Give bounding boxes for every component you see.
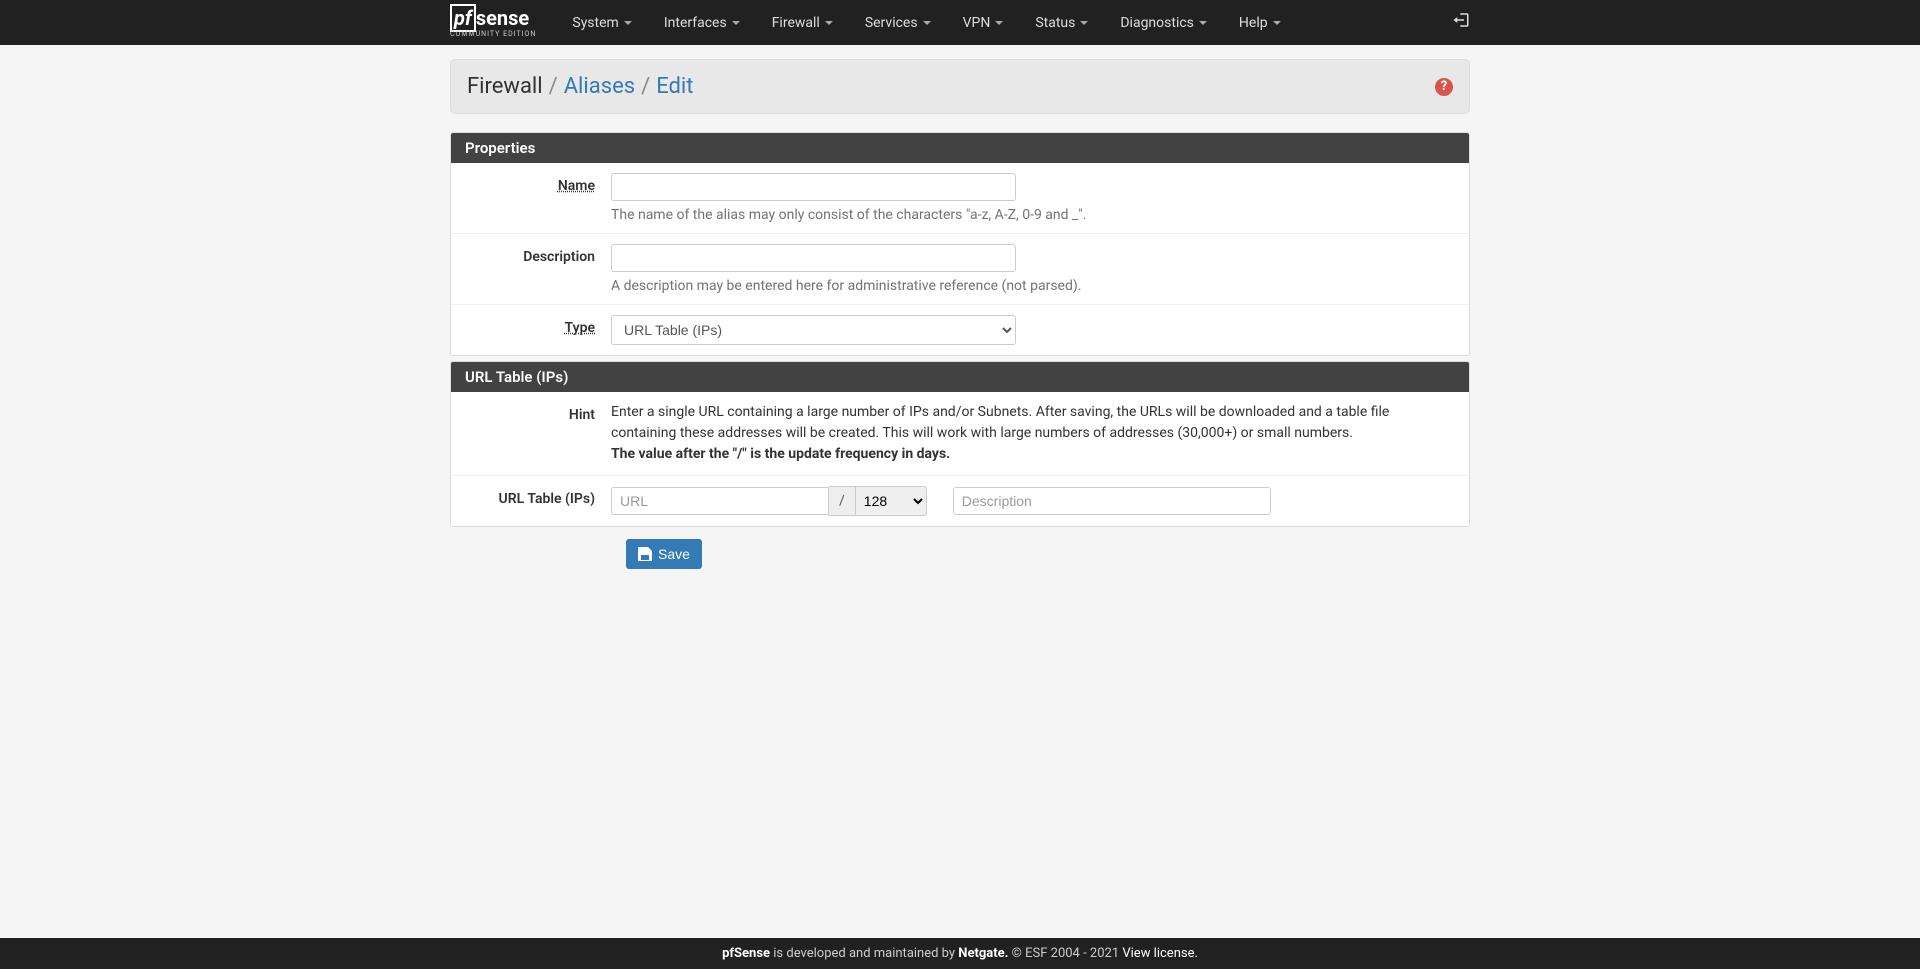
top-navbar: pfsense COMMUNITY EDITION System Interfa… (0, 0, 1920, 45)
nav-firewall[interactable]: Firewall (756, 0, 849, 45)
properties-panel: Properties Name The name of the alias ma… (450, 132, 1470, 356)
caret-icon (923, 21, 931, 25)
description-label: Description (451, 244, 611, 294)
caret-icon (732, 21, 740, 25)
breadcrumb-panel: Firewall / Aliases / Edit ? (450, 59, 1470, 114)
frequency-select[interactable]: 128 (855, 486, 927, 516)
caret-icon (825, 21, 833, 25)
nav-system[interactable]: System (556, 0, 647, 45)
properties-heading: Properties (451, 133, 1469, 163)
footer-netgate-link[interactable]: Netgate. (958, 946, 1008, 961)
save-icon (638, 547, 652, 561)
description-help: A description may be entered here for ad… (611, 278, 1453, 294)
logo[interactable]: pfsense COMMUNITY EDITION (450, 8, 536, 38)
logo-subtitle: COMMUNITY EDITION (450, 30, 536, 38)
row-description-input[interactable] (953, 487, 1271, 515)
nav-services[interactable]: Services (849, 0, 947, 45)
type-select[interactable]: URL Table (IPs) (611, 315, 1016, 345)
name-label: Name (451, 173, 611, 223)
caret-icon (624, 21, 632, 25)
caret-icon (1273, 21, 1281, 25)
save-button[interactable]: Save (626, 539, 702, 569)
nav-vpn[interactable]: VPN (947, 0, 1020, 45)
urltable-label: URL Table (IPs) (451, 486, 611, 516)
urltable-heading: URL Table (IPs) (451, 362, 1469, 392)
name-input[interactable] (611, 173, 1016, 201)
crumb-firewall: Firewall (467, 74, 543, 99)
nav-interfaces[interactable]: Interfaces (648, 0, 756, 45)
description-input[interactable] (611, 244, 1016, 272)
caret-icon (1080, 21, 1088, 25)
urltable-panel: URL Table (IPs) Hint Enter a single URL … (450, 361, 1470, 527)
type-label: Type (451, 315, 611, 345)
hint-label: Hint (451, 402, 611, 465)
logout-icon[interactable] (1452, 11, 1470, 34)
url-input[interactable] (611, 487, 829, 515)
nav-help[interactable]: Help (1223, 0, 1297, 45)
footer-license-link[interactable]: View license. (1122, 946, 1198, 961)
logo-sense: sense (476, 6, 529, 30)
help-icon[interactable]: ? (1435, 78, 1453, 96)
caret-icon (995, 21, 1003, 25)
save-label: Save (658, 546, 690, 562)
logo-pf: pf (450, 4, 476, 32)
crumb-aliases[interactable]: Aliases (564, 74, 635, 99)
slash-addon: / (829, 486, 855, 516)
footer: pfSense is developed and maintained by N… (0, 938, 1920, 969)
nav-diagnostics[interactable]: Diagnostics (1104, 0, 1223, 45)
nav-menu: System Interfaces Firewall Services VPN … (556, 0, 1452, 45)
breadcrumb: Firewall / Aliases / Edit (467, 74, 693, 99)
crumb-edit[interactable]: Edit (656, 74, 693, 99)
hint-text: Enter a single URL containing a large nu… (611, 402, 1453, 465)
nav-status[interactable]: Status (1019, 0, 1104, 45)
caret-icon (1199, 21, 1207, 25)
name-help: The name of the alias may only consist o… (611, 207, 1453, 223)
footer-pfsense-link[interactable]: pfSense (722, 946, 770, 961)
